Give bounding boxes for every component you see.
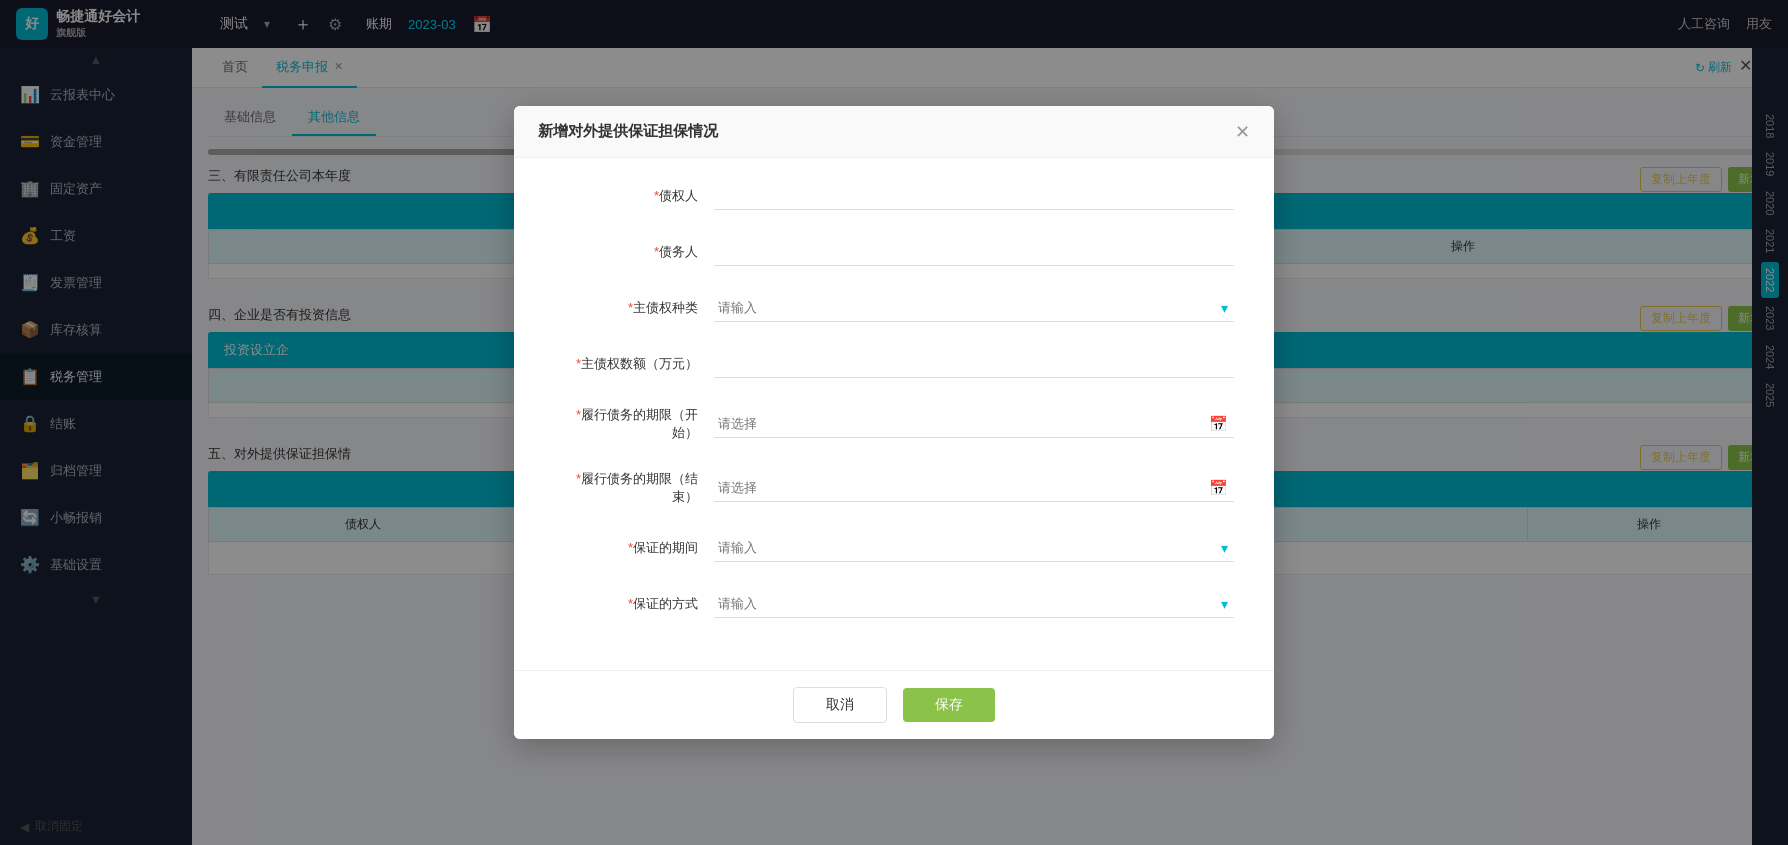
period-start-date-wrap: 📅 — [714, 410, 1234, 438]
claim-type-select-wrap: ▾ — [714, 294, 1234, 322]
form-row-claim-amount: *主债权数额（万元） — [554, 350, 1234, 378]
claim-type-input[interactable] — [714, 294, 1234, 321]
form-row-period-end: *履行债务的期限（结束） 📅 — [554, 470, 1234, 506]
required-mark: * — [576, 407, 581, 422]
claim-amount-label: *主债权数额（万元） — [554, 355, 714, 373]
form-row-creditor: *债权人 — [554, 182, 1234, 210]
guarantee-period-label: *保证的期间 — [554, 539, 714, 557]
required-mark: * — [628, 300, 633, 315]
modal-dialog: 新增对外提供保证担保情况 ✕ *债权人 *债务人 * — [514, 106, 1274, 739]
period-start-label: *履行债务的期限（开始） — [554, 406, 714, 442]
claim-type-label: *主债权种类 — [554, 299, 714, 317]
required-mark: * — [576, 471, 581, 486]
required-mark: * — [576, 356, 581, 371]
form-row-guarantee-period: *保证的期间 ▾ — [554, 534, 1234, 562]
modal-overlay: 新增对外提供保证担保情况 ✕ *债权人 *债务人 * — [0, 0, 1788, 845]
debtor-label: *债务人 — [554, 243, 714, 261]
required-mark: * — [654, 188, 659, 203]
modal-body: *债权人 *债务人 *主债权种类 ▾ — [514, 158, 1274, 670]
creditor-label: *债权人 — [554, 187, 714, 205]
guarantee-period-select-wrap: ▾ — [714, 534, 1234, 562]
form-row-debtor: *债务人 — [554, 238, 1234, 266]
form-row-period-start: *履行债务的期限（开始） 📅 — [554, 406, 1234, 442]
period-end-date-wrap: 📅 — [714, 474, 1234, 502]
debtor-input[interactable] — [714, 238, 1234, 266]
guarantee-period-input[interactable] — [714, 534, 1234, 561]
guarantee-method-input[interactable] — [714, 590, 1234, 617]
form-row-claim-type: *主债权种类 ▾ — [554, 294, 1234, 322]
guarantee-method-select-wrap: ▾ — [714, 590, 1234, 618]
cancel-button[interactable]: 取消 — [793, 687, 887, 723]
required-mark: * — [628, 540, 633, 555]
period-end-input[interactable] — [714, 474, 1234, 501]
required-mark: * — [628, 596, 633, 611]
claim-amount-input[interactable] — [714, 350, 1234, 378]
save-button[interactable]: 保存 — [903, 688, 995, 722]
modal-title: 新增对外提供保证担保情况 — [538, 122, 718, 141]
form-row-guarantee-method: *保证的方式 ▾ — [554, 590, 1234, 618]
period-end-label: *履行债务的期限（结束） — [554, 470, 714, 506]
required-mark: * — [654, 244, 659, 259]
modal-header: 新增对外提供保证担保情况 ✕ — [514, 106, 1274, 158]
creditor-input[interactable] — [714, 182, 1234, 210]
period-start-input[interactable] — [714, 410, 1234, 437]
modal-footer: 取消 保存 — [514, 670, 1274, 739]
modal-close-button[interactable]: ✕ — [1235, 123, 1250, 141]
guarantee-method-label: *保证的方式 — [554, 595, 714, 613]
